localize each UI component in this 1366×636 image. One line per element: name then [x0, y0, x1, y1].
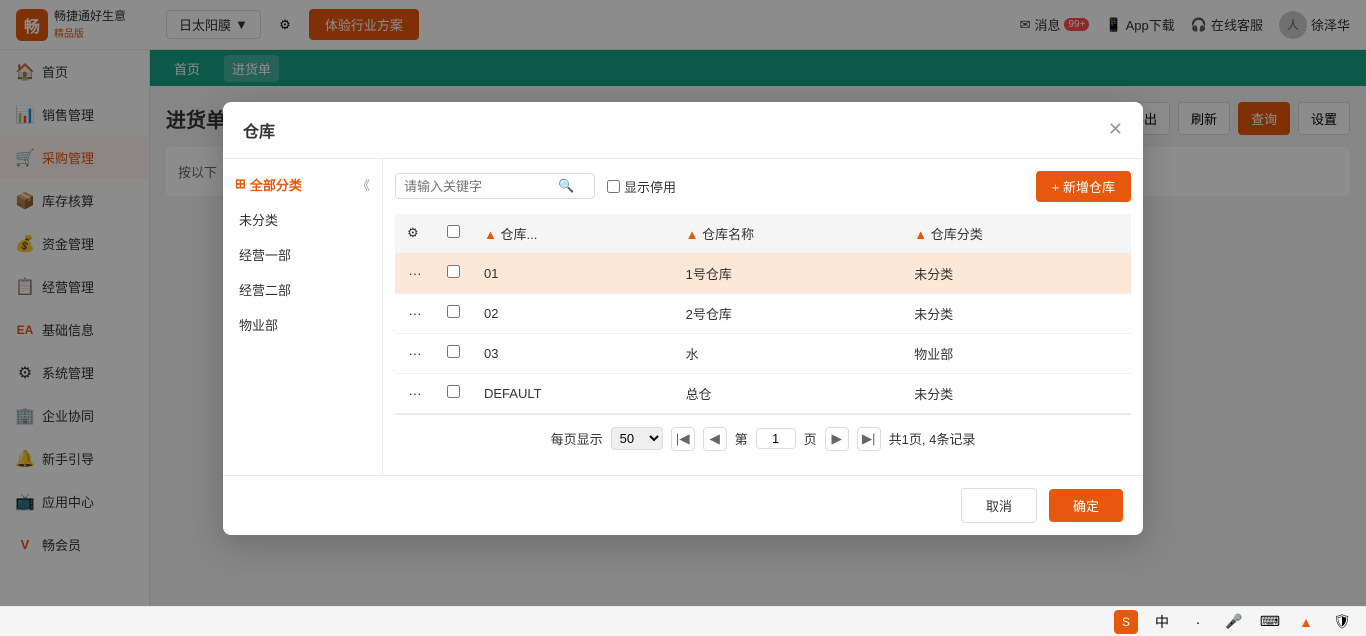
row-checkbox[interactable] — [447, 265, 460, 278]
row-category: 物业部 — [902, 333, 1131, 373]
row-name: 总仓 — [674, 373, 903, 413]
row-code: DEFAULT — [472, 373, 674, 413]
table-body: ··· 01 1号仓库 未分类 ··· 02 2号仓库 未分类 ··· 03 水… — [395, 253, 1131, 413]
bottom-shield-icon[interactable]: ▲ — [1294, 610, 1318, 634]
modal-overlay: 仓库 ✕ ⊞ 全部分类 《 未分类 经营一部 经营二部 物业部 — [0, 0, 1366, 636]
bottom-extra-icon[interactable]: 🛡 — [1330, 610, 1354, 634]
first-page-button[interactable]: |◀ — [671, 427, 695, 451]
col-check — [435, 214, 472, 254]
row-name: 1号仓库 — [674, 253, 903, 293]
show-disabled-label[interactable]: 显示停用 — [607, 177, 676, 196]
all-category-title: ⊞ 全部分类 — [235, 175, 302, 194]
col-gear: ⚙ — [395, 214, 435, 254]
table-row[interactable]: ··· 01 1号仓库 未分类 — [395, 253, 1131, 293]
modal-sidebar-header: ⊞ 全部分类 《 — [223, 167, 382, 202]
select-all-checkbox[interactable] — [447, 225, 460, 238]
row-gear[interactable]: ··· — [395, 253, 435, 293]
modal-main: 🔍 显示停用 + 新增仓库 ⚙ — [383, 159, 1143, 475]
pagination: 每页显示 50 10 20 100 |◀ ◀ 第 页 ▶ ▶| 共1页, 4条记… — [395, 414, 1131, 463]
row-gear[interactable]: ··· — [395, 373, 435, 413]
table-header: ⚙ ▲ 仓库... ▲ 仓库名称 ▲ 仓库分类 — [395, 214, 1131, 254]
row-category: 未分类 — [902, 373, 1131, 413]
total-info: 共1页, 4条记录 — [889, 429, 976, 448]
row-gear[interactable]: ··· — [395, 293, 435, 333]
bottom-zh-icon[interactable]: 中 — [1150, 610, 1174, 634]
search-icon: 🔍 — [558, 178, 574, 194]
show-disabled-text: 显示停用 — [624, 177, 676, 196]
category-uncategorized[interactable]: 未分类 — [223, 202, 382, 237]
col-code-header: ▲ 仓库... — [472, 214, 674, 254]
last-page-button[interactable]: ▶| — [857, 427, 881, 451]
modal-sidebar: ⊞ 全部分类 《 未分类 经营一部 经营二部 物业部 — [223, 159, 383, 475]
prev-page-button[interactable]: ◀ — [703, 427, 727, 451]
table-row[interactable]: ··· 02 2号仓库 未分类 — [395, 293, 1131, 333]
cancel-button[interactable]: 取消 — [961, 488, 1037, 523]
col-category-header: ▲ 仓库分类 — [902, 214, 1131, 254]
table-scroll: ⚙ ▲ 仓库... ▲ 仓库名称 ▲ 仓库分类 — [395, 214, 1131, 414]
row-code: 02 — [472, 293, 674, 333]
category-ops2[interactable]: 经营二部 — [223, 272, 382, 307]
row-checkbox[interactable] — [447, 345, 460, 358]
modal-toolbar: 🔍 显示停用 + 新增仓库 — [395, 171, 1131, 202]
page-label: 第 — [735, 429, 748, 448]
warehouse-modal: 仓库 ✕ ⊞ 全部分类 《 未分类 经营一部 经营二部 物业部 — [223, 102, 1143, 535]
row-check — [435, 373, 472, 413]
add-warehouse-button[interactable]: + 新增仓库 — [1036, 171, 1131, 202]
per-page-label: 每页显示 — [551, 429, 603, 448]
collapse-button[interactable]: 《 — [357, 175, 370, 194]
row-check — [435, 333, 472, 373]
per-page-select[interactable]: 50 10 20 100 — [611, 427, 663, 450]
bottom-mic-icon[interactable]: 🎤 — [1222, 610, 1246, 634]
col-name-header: ▲ 仓库名称 — [674, 214, 903, 254]
page-number-input[interactable] — [756, 428, 796, 449]
row-gear[interactable]: ··· — [395, 333, 435, 373]
bottom-dot-icon[interactable]: · — [1186, 610, 1210, 634]
row-category: 未分类 — [902, 253, 1131, 293]
modal-footer: 取消 确定 — [223, 475, 1143, 535]
search-box: 🔍 — [395, 173, 595, 199]
row-checkbox[interactable] — [447, 305, 460, 318]
category-property[interactable]: 物业部 — [223, 307, 382, 342]
next-page-button[interactable]: ▶ — [825, 427, 849, 451]
show-disabled-checkbox[interactable] — [607, 180, 620, 193]
gear-header-icon[interactable]: ⚙ — [407, 225, 419, 240]
row-check — [435, 253, 472, 293]
row-code: 01 — [472, 253, 674, 293]
row-code: 03 — [472, 333, 674, 373]
warehouse-table: ⚙ ▲ 仓库... ▲ 仓库名称 ▲ 仓库分类 — [395, 214, 1131, 414]
all-category-label: 全部分类 — [250, 175, 302, 194]
bottom-bar: S 中 · 🎤 ⌨ ▲ 🛡 — [0, 606, 1366, 636]
page-suffix: 页 — [804, 429, 817, 448]
table-row[interactable]: ··· 03 水 物业部 — [395, 333, 1131, 373]
row-check — [435, 293, 472, 333]
row-checkbox[interactable] — [447, 385, 460, 398]
row-category: 未分类 — [902, 293, 1131, 333]
row-name: 水 — [674, 333, 903, 373]
modal-title: 仓库 — [243, 118, 275, 142]
bottom-logo-icon: S — [1114, 610, 1138, 634]
modal-close-button[interactable]: ✕ — [1108, 119, 1123, 140]
modal-header: 仓库 ✕ — [223, 102, 1143, 159]
bottom-keyboard-icon[interactable]: ⌨ — [1258, 610, 1282, 634]
modal-body: ⊞ 全部分类 《 未分类 经营一部 经营二部 物业部 🔍 — [223, 159, 1143, 475]
table-row[interactable]: ··· DEFAULT 总仓 未分类 — [395, 373, 1131, 413]
grid-icon: ⊞ — [235, 176, 246, 192]
search-input[interactable] — [404, 179, 554, 194]
category-ops1[interactable]: 经营一部 — [223, 237, 382, 272]
confirm-button[interactable]: 确定 — [1049, 489, 1123, 522]
row-name: 2号仓库 — [674, 293, 903, 333]
